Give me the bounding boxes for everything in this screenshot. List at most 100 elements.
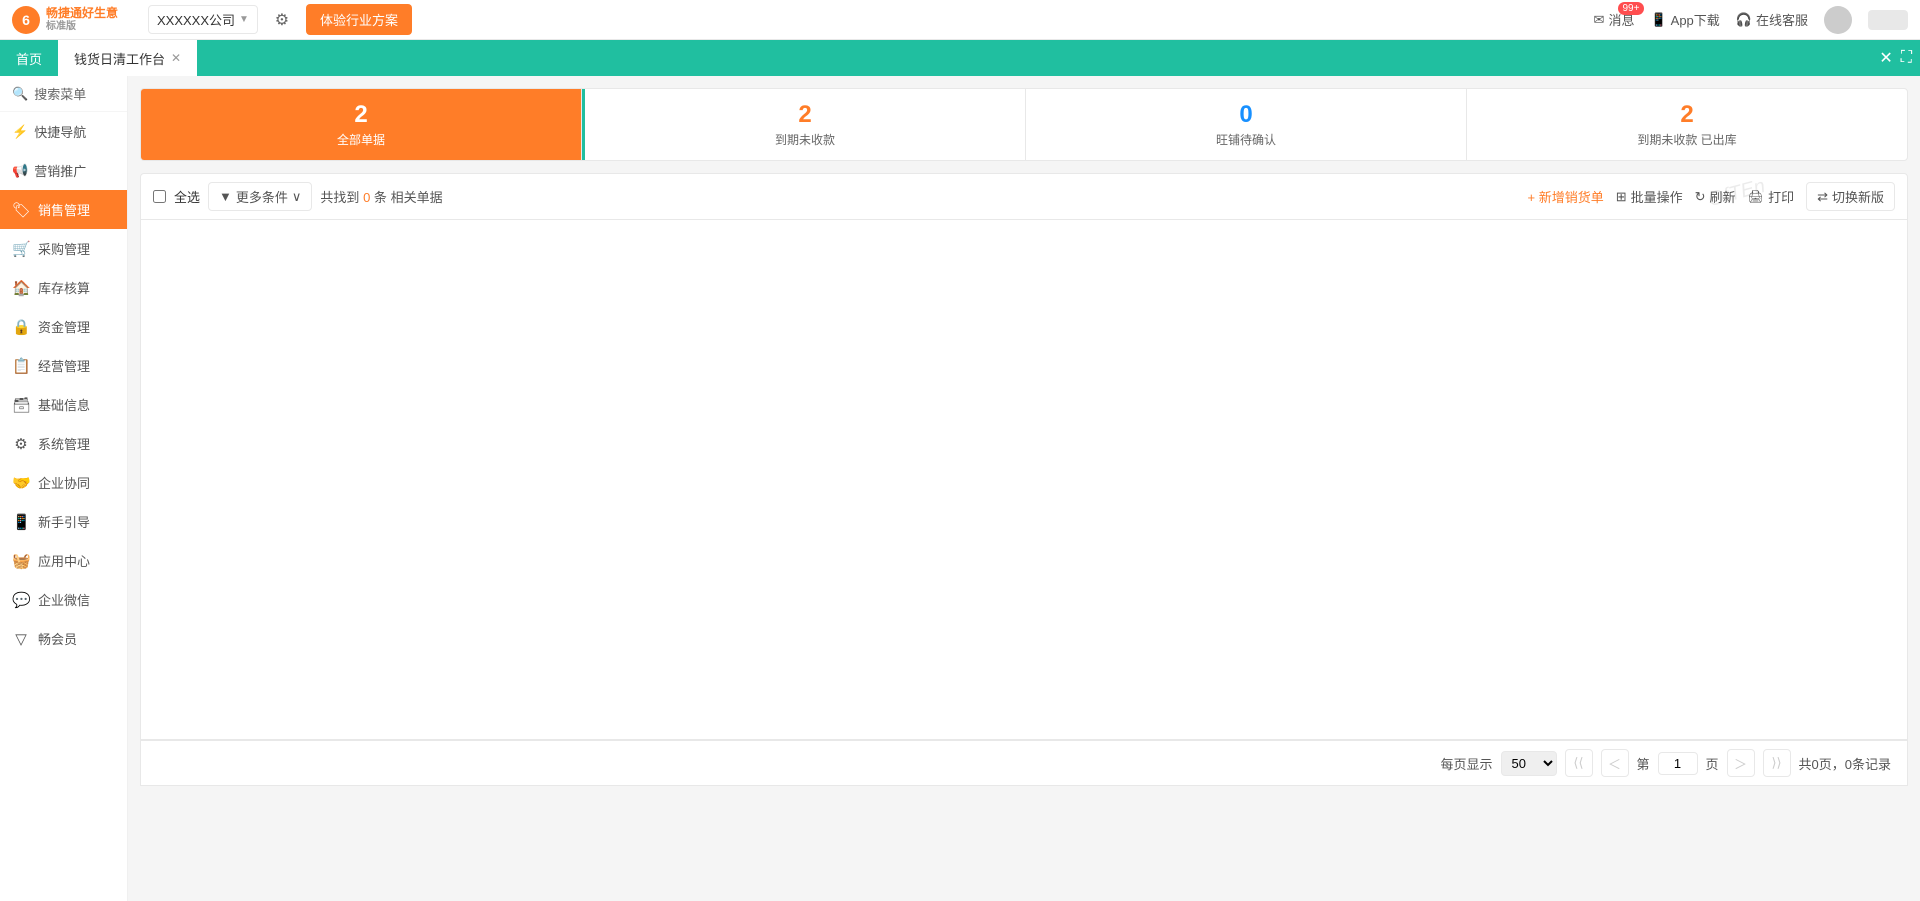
sidebar-item-marketing[interactable]: 📢 营销推广 <box>0 151 127 190</box>
page-input[interactable] <box>1658 752 1698 775</box>
toolbar-right: + 新增销货单 ⊞ 批量操作 ↻ 刷新 🖨 打印 ⇄ 切换新版 <box>1527 182 1895 211</box>
found-link[interactable]: 相关单据 <box>391 190 443 205</box>
sidebar-item-inventory[interactable]: 🏠 库存核算 <box>0 268 127 307</box>
marketing-icon: 📢 <box>12 163 28 179</box>
found-count-text: 共找到 0 条 相关单据 <box>320 187 442 206</box>
batch-label: 批量操作 <box>1631 187 1683 206</box>
sidebar-item-newbie[interactable]: 📱 新手引导 <box>0 502 127 541</box>
found-number: 0 <box>363 190 370 205</box>
tab-actions: ✕ ⛶ <box>1871 48 1920 68</box>
tab-close-icon[interactable]: ✕ <box>171 51 181 65</box>
total-label: 共0页，0条记录 <box>1799 754 1891 773</box>
sidebar-quick-nav-label: 快捷导航 <box>34 122 86 141</box>
tab-work-label: 钱货日清工作台 <box>74 49 165 68</box>
wechat-icon: 💬 <box>12 591 30 609</box>
online-service-action[interactable]: 🎧 在线客服 <box>1736 10 1808 29</box>
summary-count-shipped: 2 <box>1483 101 1891 129</box>
page-label-end: 页 <box>1706 754 1719 773</box>
sidebar-item-basic[interactable]: 🗃 基础信息 <box>0 385 127 424</box>
message-action[interactable]: ✉ 消息 99+ <box>1594 10 1635 29</box>
sidebar-item-basic-label: 基础信息 <box>38 395 90 414</box>
summary-card-overdue[interactable]: 2 到期未收款 <box>585 89 1026 160</box>
sidebar-item-appcenter-label: 应用中心 <box>38 551 90 570</box>
logo-area: 6 畅捷通好生意 标准版 <box>12 6 140 34</box>
filter-label: 更多条件 <box>236 187 288 206</box>
sidebar-item-appcenter[interactable]: 🧺 应用中心 <box>0 541 127 580</box>
sidebar-item-enterprise[interactable]: 🤝 企业协同 <box>0 463 127 502</box>
page-last-button[interactable]: ⟩⟩ <box>1763 749 1791 777</box>
refresh-icon: ↻ <box>1695 189 1706 205</box>
online-service-label: 在线客服 <box>1756 10 1808 29</box>
new-sales-button[interactable]: + 新增销货单 <box>1527 187 1603 206</box>
page-prev-button[interactable]: ＜ <box>1601 749 1629 777</box>
filter-button[interactable]: ▼ 更多条件 ∨ <box>208 182 312 211</box>
sidebar-item-operation[interactable]: 📋 经营管理 <box>0 346 127 385</box>
summary-card-pending[interactable]: 0 旺铺待确认 <box>1026 89 1467 160</box>
sales-icon: 🏷 <box>12 201 30 219</box>
tab-home[interactable]: 首页 <box>0 40 58 76</box>
avatar[interactable] <box>1824 6 1852 34</box>
summary-card-shipped[interactable]: 2 到期未收款 已出库 <box>1467 89 1907 160</box>
headset-icon: 🎧 <box>1736 12 1752 28</box>
summary-count-pending: 0 <box>1042 101 1450 129</box>
switch-version-button[interactable]: ⇄ 切换新版 <box>1806 182 1895 211</box>
sidebar-item-member-label: 畅会员 <box>38 629 77 648</box>
summary-card-all[interactable]: 2 全部单据 <box>141 89 582 160</box>
system-icon: ⚙ <box>12 435 30 453</box>
trial-button[interactable]: 体验行业方案 <box>306 4 412 35</box>
sidebar-item-capital-label: 资金管理 <box>38 317 90 336</box>
username-area <box>1868 10 1908 30</box>
select-all-checkbox[interactable] <box>153 190 166 203</box>
summary-count-all: 2 <box>157 101 565 129</box>
sidebar-search-label: 搜索菜单 <box>34 84 86 103</box>
sidebar-item-wechat[interactable]: 💬 企业微信 <box>0 580 127 619</box>
page-next-button[interactable]: ＞ <box>1727 749 1755 777</box>
summary-label-shipped: 到期未收款 已出库 <box>1483 131 1891 148</box>
tab-work[interactable]: 钱货日清工作台 ✕ <box>58 40 197 76</box>
refresh-button[interactable]: ↻ 刷新 <box>1695 187 1736 206</box>
sidebar-item-wechat-label: 企业微信 <box>38 590 90 609</box>
print-button[interactable]: 🖨 打印 <box>1748 187 1795 206</box>
sidebar-item-inventory-label: 库存核算 <box>38 278 90 297</box>
sidebar-search[interactable]: 🔍 搜索菜单 <box>0 76 127 112</box>
member-icon: ▽ <box>12 630 30 648</box>
page-first-button[interactable]: ⟨⟨ <box>1565 749 1593 777</box>
inventory-icon: 🏠 <box>12 279 30 297</box>
capital-icon: 🔒 <box>12 318 30 336</box>
switch-label: 切换新版 <box>1832 187 1884 206</box>
found-unit: 条 <box>374 190 387 205</box>
search-icon: 🔍 <box>12 86 28 102</box>
settings-icon[interactable]: ⚙ <box>266 4 298 36</box>
summary-cards: 2 全部单据 2 到期未收款 0 旺铺待确认 2 到期未收款 已出库 <box>140 88 1908 161</box>
sidebar-item-purchase[interactable]: 🛒 采购管理 <box>0 229 127 268</box>
logo-main: 畅捷通好生意 <box>46 6 118 20</box>
batch-operation-button[interactable]: ⊞ 批量操作 <box>1616 187 1683 206</box>
sidebar-item-quick-nav[interactable]: ⚡ 快捷导航 <box>0 112 127 151</box>
sidebar-item-sales-label: 销售管理 <box>38 200 90 219</box>
app-download-action[interactable]: 📱 App下载 <box>1650 10 1719 29</box>
select-all-label: 全选 <box>174 187 200 206</box>
company-selector[interactable]: XXXXXX公司 ▼ <box>148 5 258 34</box>
app-download-label: App下载 <box>1671 10 1720 29</box>
enterprise-icon: 🤝 <box>12 474 30 492</box>
logo-sub: 标准版 <box>46 21 118 33</box>
company-name: XXXXXX公司 <box>157 10 235 29</box>
print-icon: 🖨 <box>1748 189 1765 205</box>
tab-minimize-icon[interactable]: ✕ <box>1879 48 1892 68</box>
sidebar-item-system[interactable]: ⚙ 系统管理 <box>0 424 127 463</box>
pagination-bar: 每页显示 50 100 200 ⟨⟨ ＜ 第 页 ＞ ⟩⟩ 共0页，0条记录 <box>140 740 1908 786</box>
table-area <box>140 220 1908 740</box>
page-size-select[interactable]: 50 100 200 <box>1501 751 1557 776</box>
basic-icon: 🗃 <box>12 396 30 414</box>
sidebar-item-newbie-label: 新手引导 <box>38 512 90 531</box>
refresh-label: 刷新 <box>1710 187 1736 206</box>
main-content: 2 全部单据 2 到期未收款 0 旺铺待确认 2 到期未收款 已出库 全选 ▼ … <box>128 76 1920 901</box>
chevron-down-icon: ▼ <box>239 14 249 25</box>
sidebar-item-sales[interactable]: 🏷 销售管理 <box>0 190 127 229</box>
quick-nav-icon: ⚡ <box>12 124 28 140</box>
sidebar-item-capital[interactable]: 🔒 资金管理 <box>0 307 127 346</box>
sidebar-item-member[interactable]: ▽ 畅会员 <box>0 619 127 658</box>
toolbar-left: 全选 ▼ 更多条件 ∨ 共找到 0 条 相关单据 <box>153 182 1519 211</box>
sidebar-item-system-label: 系统管理 <box>38 434 90 453</box>
tab-maximize-icon[interactable]: ⛶ <box>1901 49 1912 67</box>
